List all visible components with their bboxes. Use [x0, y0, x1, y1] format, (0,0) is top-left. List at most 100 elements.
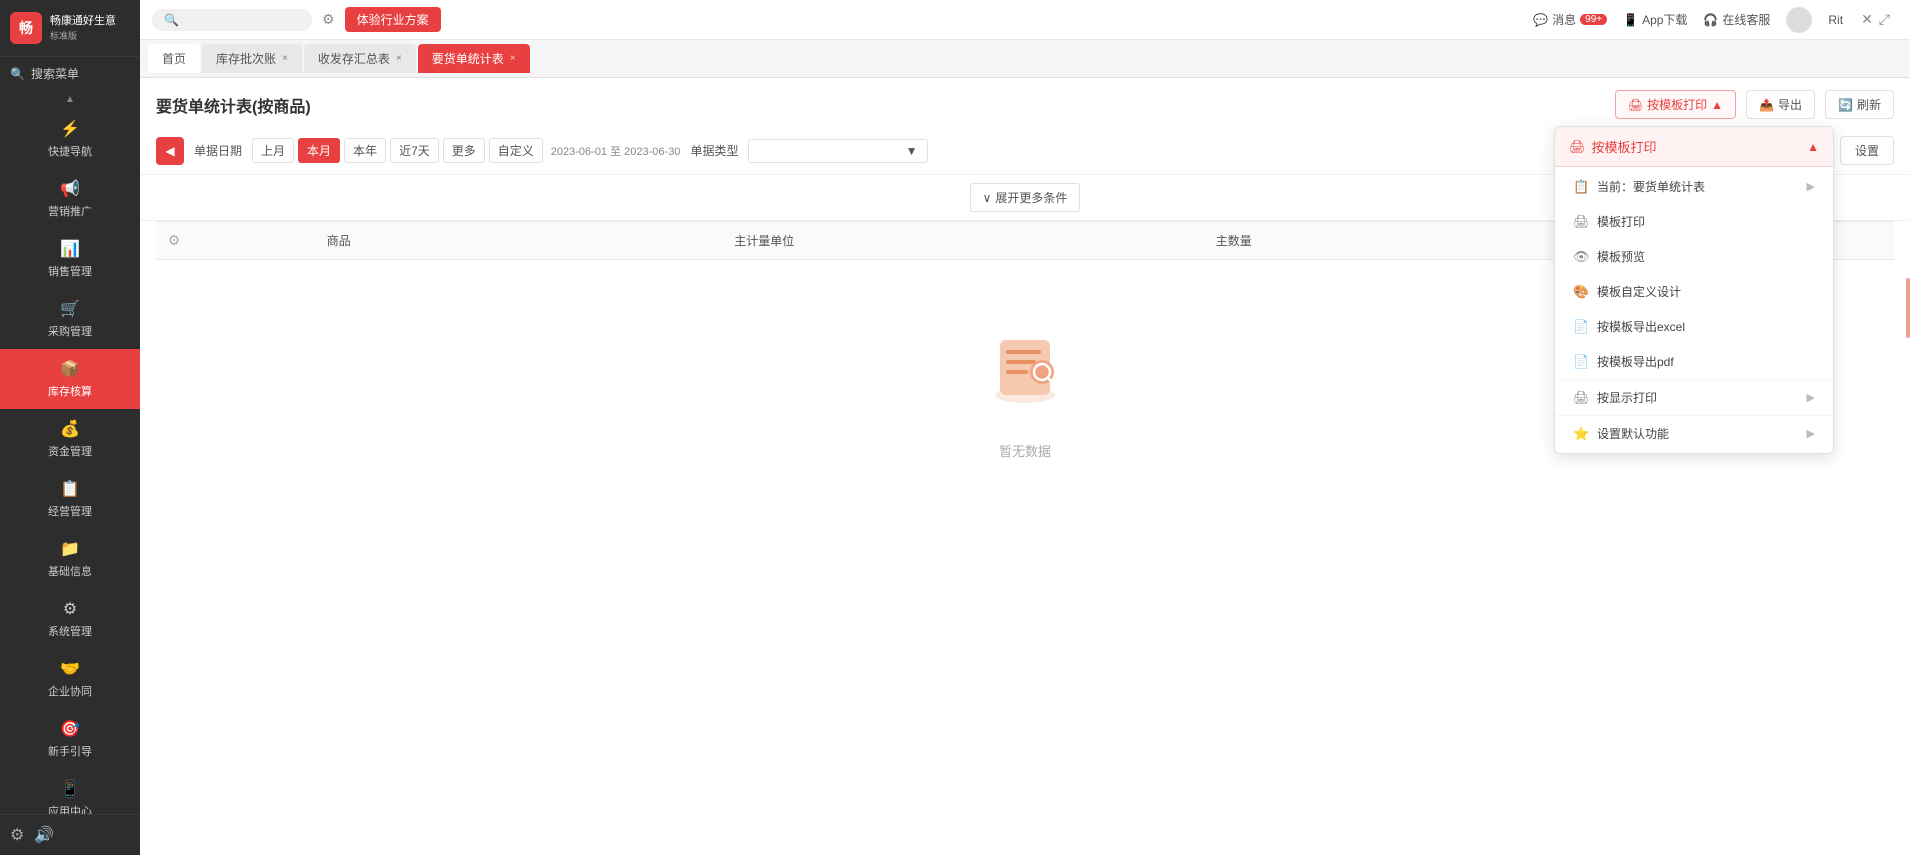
order-type-select[interactable]: ▼	[748, 139, 928, 163]
tab-home-label: 首页	[162, 50, 186, 67]
expand-more-button[interactable]: ∨ 展开更多条件	[970, 183, 1081, 212]
sidebar-item-label: 应用中心	[48, 803, 92, 814]
search-menu-item[interactable]: 🔍 搜索菜单	[0, 57, 140, 90]
print-template-label: 按模板打印	[1647, 96, 1707, 113]
sales-icon: 📊	[60, 239, 80, 259]
sidebar-item-finance[interactable]: 💰 资金管理	[0, 409, 140, 469]
page-actions: 🖨 按模板打印 ▲ 📤 导出 🔄 刷新 🖨	[1615, 90, 1894, 119]
online-service-item[interactable]: 🎧 在线客服	[1703, 11, 1770, 28]
dropdown-current-label: 当前：要货单统计表	[1597, 178, 1799, 195]
app-logo: 畅 畅康通好生意 标准版	[0, 0, 140, 57]
tab-batch-account-close[interactable]: ×	[282, 53, 288, 64]
date-more[interactable]: 更多	[443, 138, 485, 163]
tab-receipt-summary-close[interactable]: ×	[396, 53, 402, 64]
sidebar-item-label: 系统管理	[48, 623, 92, 639]
dropdown-template-print[interactable]: 🖨 模板打印	[1555, 204, 1833, 239]
header-search-bar[interactable]: 🔍	[152, 9, 312, 31]
online-service-label: 在线客服	[1722, 11, 1770, 28]
header-gear-icon[interactable]: ⚙	[322, 11, 335, 28]
expand-more-label: 展开更多条件	[995, 189, 1067, 206]
dropdown-current-icon: 📋	[1573, 179, 1589, 195]
sidebar-item-label: 采购管理	[48, 323, 92, 339]
dropdown-chevron-up[interactable]: ▲	[1807, 140, 1819, 154]
tab-order-stats-close[interactable]: ×	[510, 53, 516, 64]
tab-home[interactable]: 首页	[148, 44, 200, 73]
finance-icon: 💰	[60, 419, 80, 439]
date-group: 上月 本月 本年 近7天 更多 自定义 2023-06-01 至 2023-06…	[252, 138, 680, 163]
dropdown-template-design[interactable]: 🎨 模板自定义设计	[1555, 274, 1833, 309]
sidebar-item-enterprise[interactable]: 🤝 企业协同	[0, 649, 140, 709]
date-current-year[interactable]: 本年	[344, 138, 386, 163]
inventory-icon: 📦	[60, 359, 80, 379]
dropdown-display-print[interactable]: 🖨 按显示打印 ▶	[1555, 379, 1833, 415]
page-title-bar: 要货单统计表(按商品) 🖨 按模板打印 ▲ 📤 导出 🔄 刷新	[140, 78, 1910, 127]
tab-receipt-summary[interactable]: 收发存汇总表 ×	[304, 44, 416, 73]
export-label: 导出	[1778, 96, 1802, 113]
settings-button[interactable]: 设置	[1840, 136, 1894, 165]
window-controls: ✕ ⤢	[1853, 11, 1898, 28]
dropdown-printer-icon: 🖨	[1569, 139, 1586, 155]
tab-batch-account-label: 库存批次账	[216, 50, 276, 67]
sidebar-item-purchase[interactable]: 🛒 采购管理	[0, 289, 140, 349]
dropdown-title: 按模板打印	[1592, 137, 1657, 156]
app-download-item[interactable]: 📱 App下载	[1623, 11, 1687, 28]
window-close-icon[interactable]: ✕	[1861, 11, 1873, 28]
sidebar-item-apps[interactable]: 📱 应用中心	[0, 769, 140, 814]
trial-button[interactable]: 体验行业方案	[345, 7, 441, 32]
filter-expand-icon[interactable]: ◀	[156, 137, 184, 165]
sidebar-item-sales[interactable]: 📊 销售管理	[0, 229, 140, 289]
marketing-icon: 📢	[60, 179, 80, 199]
print-template-button[interactable]: 🖨 按模板打印 ▲	[1615, 90, 1736, 119]
window-maximize-icon[interactable]: ⤢	[1879, 11, 1890, 28]
order-type-arrow: ▼	[906, 144, 918, 158]
sidebar-item-system[interactable]: ⚙ 系统管理	[0, 589, 140, 649]
settings-bottom-icon[interactable]: ⚙	[10, 825, 24, 845]
table-settings-icon[interactable]: ⚙	[168, 232, 181, 248]
date-custom[interactable]: 自定义	[489, 138, 543, 163]
quick-nav-icon: ⚡	[60, 119, 80, 139]
sidebar-item-marketing[interactable]: 📢 营销推广	[0, 169, 140, 229]
date-current-month[interactable]: 本月	[298, 138, 340, 163]
date-prev-month[interactable]: 上月	[252, 138, 294, 163]
refresh-label: 刷新	[1857, 96, 1881, 113]
dropdown-template-export-pdf[interactable]: 📄 按模板导出pdf	[1555, 344, 1833, 379]
top-header: 🔍 ⚙ 体验行业方案 💬 消息 99+ 📱 App下载 🎧 在线客服 Rit ✕	[140, 0, 1910, 40]
tab-batch-account[interactable]: 库存批次账 ×	[202, 44, 302, 73]
scroll-indicator[interactable]	[1906, 278, 1910, 338]
app-name: 畅康通好生意	[50, 14, 116, 28]
dropdown-template-export-excel[interactable]: 📄 按模板导出excel	[1555, 309, 1833, 344]
sidebar-item-guide[interactable]: 🎯 新手引导	[0, 709, 140, 769]
sidebar-item-label: 企业协同	[48, 683, 92, 699]
headset-icon: 🎧	[1703, 13, 1718, 27]
sidebar-item-operations[interactable]: 📋 经营管理	[0, 469, 140, 529]
page-content: 要货单统计表(按商品) 🖨 按模板打印 ▲ 📤 导出 🔄 刷新	[140, 78, 1910, 855]
sidebar-item-label: 经营管理	[48, 503, 92, 519]
date-last7[interactable]: 近7天	[390, 138, 439, 163]
phone-icon: 📱	[1623, 13, 1638, 27]
export-button[interactable]: 📤 导出	[1746, 90, 1815, 119]
sidebar-item-label: 库存核算	[48, 383, 92, 399]
sidebar-bottom: ⚙ 🔊	[0, 814, 140, 855]
sidebar-item-basic[interactable]: 📁 基础信息	[0, 529, 140, 589]
user-avatar[interactable]	[1786, 7, 1812, 33]
sidebar-item-inventory[interactable]: 📦 库存核算	[0, 349, 140, 409]
guide-icon: 🎯	[60, 719, 80, 739]
sidebar-item-quick-nav[interactable]: ⚡ 快捷导航	[0, 109, 140, 169]
refresh-button[interactable]: 🔄 刷新	[1825, 90, 1894, 119]
notifications-item[interactable]: 💬 消息 99+	[1533, 11, 1607, 28]
empty-svg-icon	[980, 320, 1070, 410]
dropdown-export-pdf-label: 按模板导出pdf	[1597, 353, 1815, 370]
dropdown-template-design-label: 模板自定义设计	[1597, 283, 1815, 300]
app-download-label: App下载	[1642, 11, 1687, 28]
dropdown-set-default[interactable]: ⭐ 设置默认功能 ▶	[1555, 415, 1833, 451]
user-name: Rit	[1828, 13, 1843, 27]
dropdown-template-preview[interactable]: 👁 模板预览	[1555, 239, 1833, 274]
sidebar-scroll-up[interactable]: ▲	[0, 90, 140, 109]
dropdown-current-template[interactable]: 📋 当前：要货单统计表 ▶	[1555, 169, 1833, 204]
sound-icon[interactable]: 🔊	[34, 825, 54, 845]
dropdown-header[interactable]: 🖨 按模板打印 ▲	[1555, 127, 1833, 167]
tab-bar: 首页 库存批次账 × 收发存汇总表 × 要货单统计表 ×	[140, 40, 1910, 78]
tab-order-stats[interactable]: 要货单统计表 ×	[418, 44, 530, 73]
main-area: 🔍 ⚙ 体验行业方案 💬 消息 99+ 📱 App下载 🎧 在线客服 Rit ✕	[140, 0, 1910, 855]
search-menu-label: 搜索菜单	[31, 65, 79, 82]
